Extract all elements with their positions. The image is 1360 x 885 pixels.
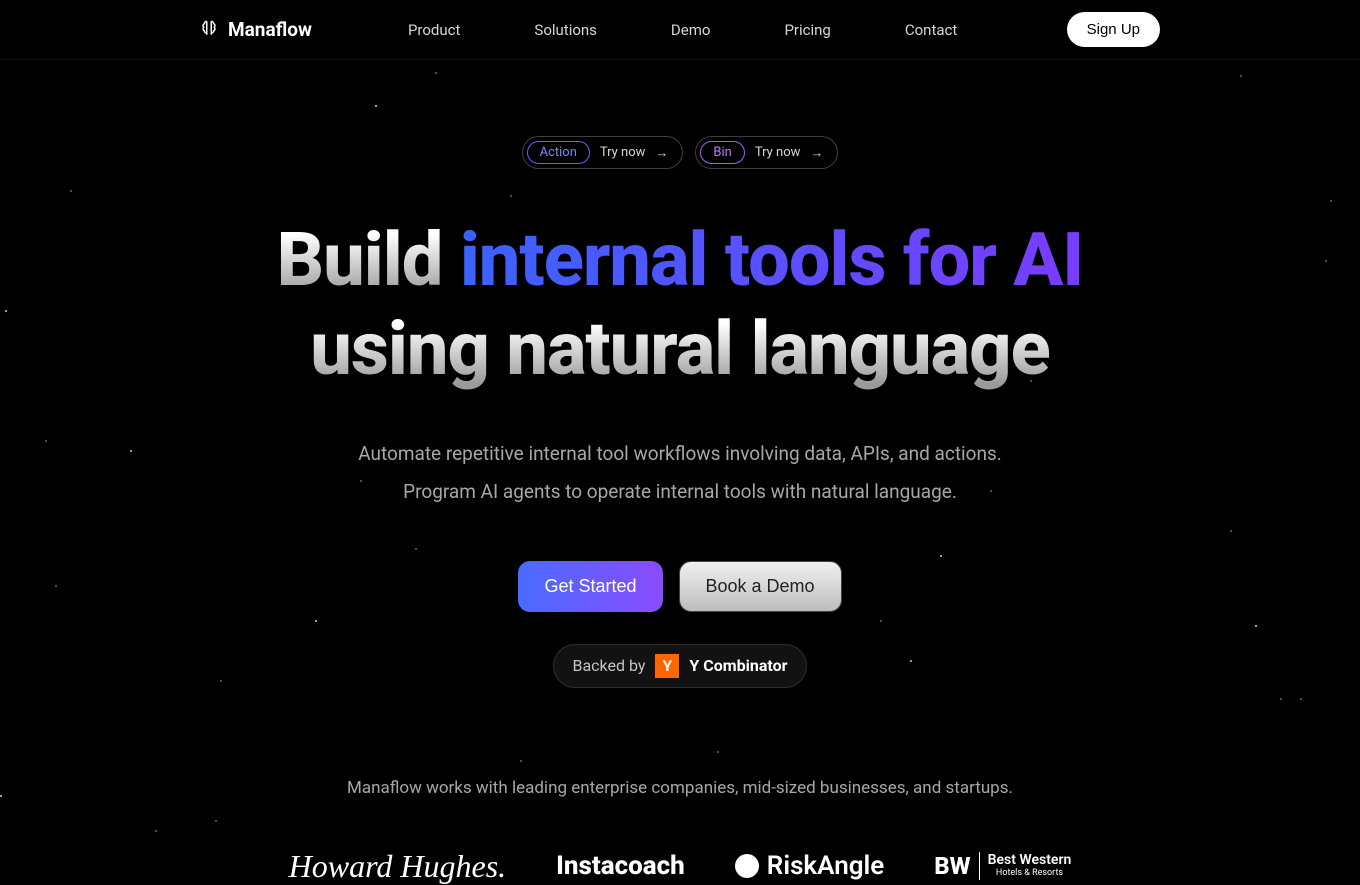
logo-riskangle-text: RiskAngle bbox=[767, 851, 884, 881]
customer-logos: Howard Hughes. Instacoach RiskAngle BW B… bbox=[0, 848, 1360, 885]
brain-icon bbox=[200, 19, 218, 41]
logo-bw-line1: Best Western bbox=[988, 852, 1072, 868]
circle-icon bbox=[735, 854, 759, 878]
pill-label: Try now bbox=[755, 145, 801, 160]
headline-part2: using natural language bbox=[310, 306, 1049, 393]
logo-instacoach: Instacoach bbox=[556, 851, 685, 881]
nav-link-demo[interactable]: Demo bbox=[671, 21, 711, 39]
signup-button[interactable]: Sign Up bbox=[1067, 12, 1160, 47]
navbar: Manaflow Product Solutions Demo Pricing … bbox=[0, 0, 1360, 60]
logo-bw-line2: Hotels & Resorts bbox=[988, 869, 1072, 879]
logo-best-western: BW Best Western Hotels & Resorts bbox=[934, 852, 1071, 880]
headline-part1: Build bbox=[277, 217, 460, 304]
works-with-text: Manaflow works with leading enterprise c… bbox=[0, 778, 1360, 798]
nav-link-solutions[interactable]: Solutions bbox=[534, 21, 597, 39]
brand-name: Manaflow bbox=[228, 18, 312, 41]
brand[interactable]: Manaflow bbox=[200, 18, 312, 41]
yc-icon: Y bbox=[655, 654, 679, 678]
nav-link-contact[interactable]: Contact bbox=[905, 21, 957, 39]
pill-action[interactable]: Action Try now → bbox=[522, 136, 684, 169]
hero-headline: Build internal tools for AI using natura… bbox=[0, 217, 1360, 395]
arrow-right-icon: → bbox=[810, 145, 823, 161]
pill-label: Try now bbox=[600, 145, 646, 160]
cta-row: Get Started Book a Demo bbox=[0, 561, 1360, 612]
hero: Action Try now → Bin Try now → Build int… bbox=[0, 60, 1360, 885]
announcement-pills: Action Try now → Bin Try now → bbox=[0, 136, 1360, 169]
headline-highlight: internal tools for AI bbox=[460, 217, 1084, 304]
get-started-button[interactable]: Get Started bbox=[518, 561, 662, 612]
backed-name: Y Combinator bbox=[689, 656, 787, 675]
pill-badge: Action bbox=[527, 141, 590, 164]
logo-howard-hughes: Howard Hughes. bbox=[289, 848, 506, 885]
subhead-line2: Program AI agents to operate internal to… bbox=[0, 473, 1360, 511]
backed-by-badge[interactable]: Backed by Y Y Combinator bbox=[553, 644, 806, 688]
logo-riskangle: RiskAngle bbox=[735, 851, 884, 881]
book-demo-button[interactable]: Book a Demo bbox=[679, 561, 842, 612]
pill-bin[interactable]: Bin Try now → bbox=[695, 136, 838, 169]
backed-label: Backed by bbox=[572, 656, 645, 675]
nav-link-product[interactable]: Product bbox=[408, 21, 460, 39]
logo-bw-mark: BW bbox=[934, 852, 979, 880]
nav-link-pricing[interactable]: Pricing bbox=[784, 21, 830, 39]
arrow-right-icon: → bbox=[655, 145, 668, 161]
hero-subhead: Automate repetitive internal tool workfl… bbox=[0, 435, 1360, 511]
nav-links: Product Solutions Demo Pricing Contact bbox=[408, 21, 957, 39]
pill-badge: Bin bbox=[700, 141, 744, 164]
subhead-line1: Automate repetitive internal tool workfl… bbox=[0, 435, 1360, 473]
logo-bw-sub: Best Western Hotels & Resorts bbox=[988, 853, 1072, 878]
